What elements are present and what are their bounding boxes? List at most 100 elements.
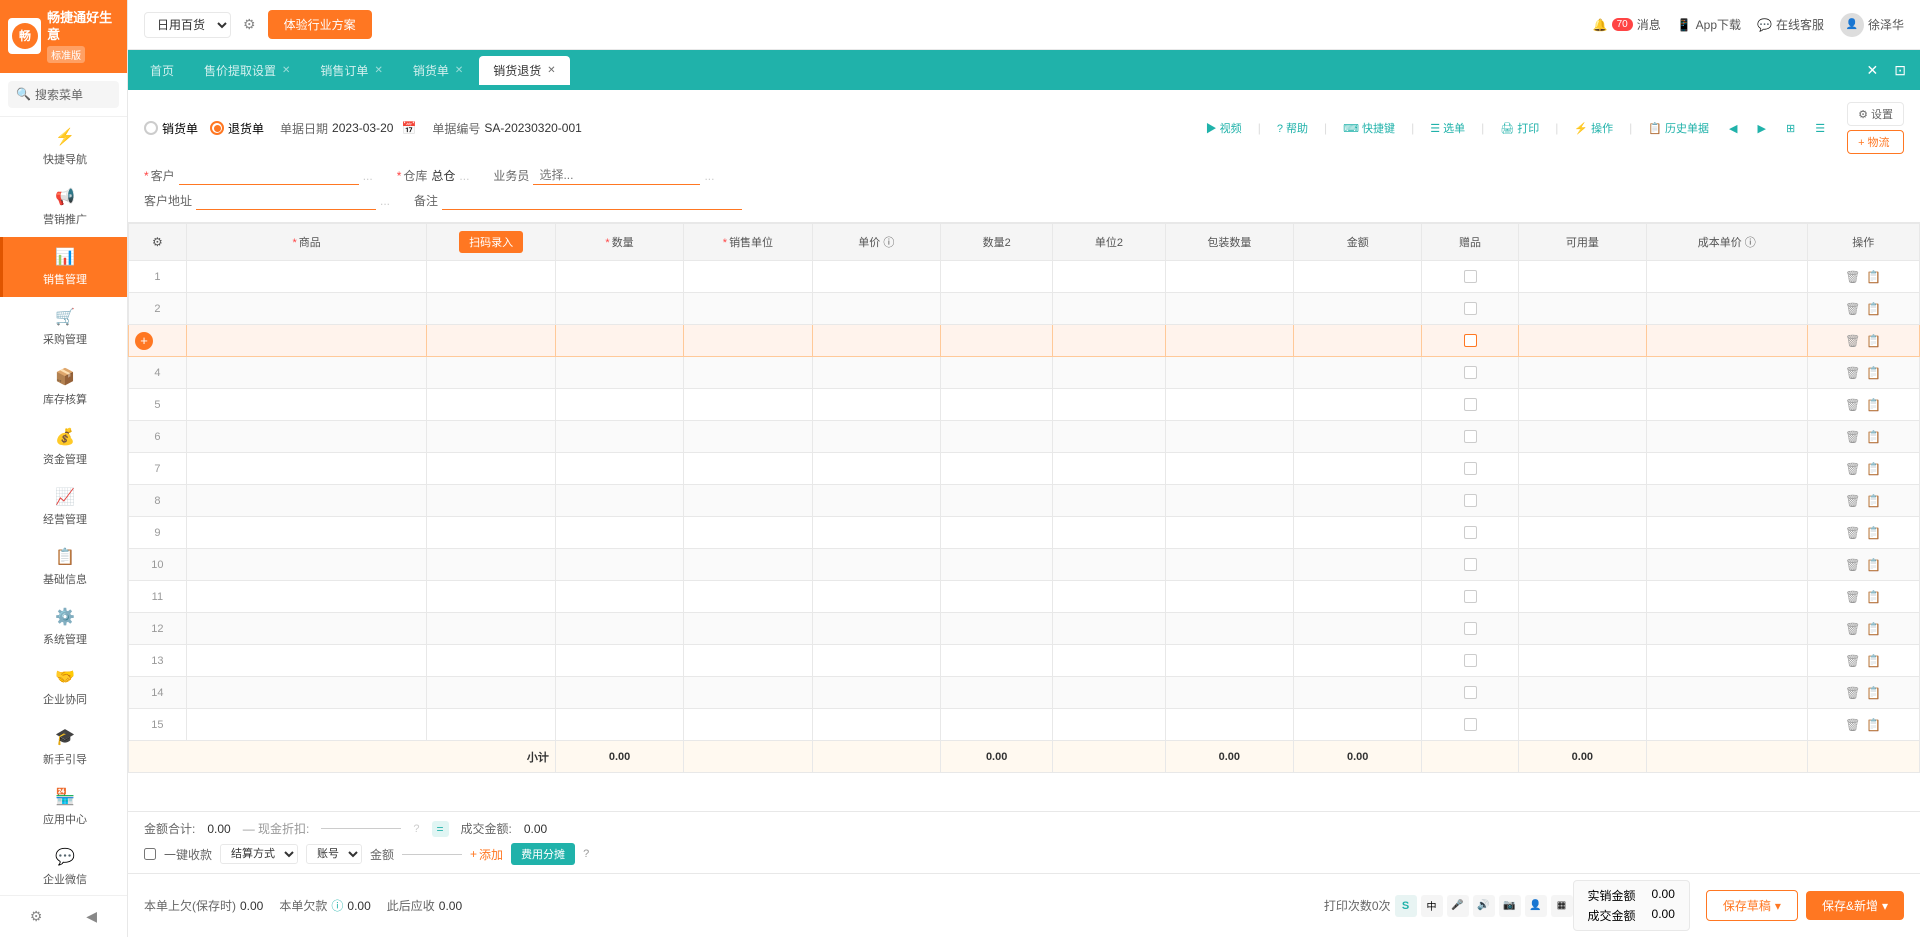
sidebar-item-basic[interactable]: 📋 基础信息 [0,537,127,597]
sales-unit-cell[interactable] [684,293,812,325]
tab-close-button[interactable]: ✕ [1861,60,1885,81]
category-select[interactable]: 日用百货 [144,12,231,38]
delete-row-button[interactable]: 🗑 [1844,365,1861,381]
discount-input[interactable] [321,828,401,829]
pack-qty-cell[interactable] [1165,261,1293,293]
grid-view-btn[interactable]: ⊞ [1780,120,1801,137]
sidebar-settings-button[interactable]: ⚙ [26,904,47,929]
delete-row-button[interactable]: 🗑 [1844,717,1861,733]
unit2-cell[interactable] [1053,325,1165,357]
customer-dots[interactable]: ... [363,169,373,183]
save-draft-button[interactable]: 保存草稿 ▾ [1706,890,1798,921]
operate-btn[interactable]: ⚡ 操作 [1568,118,1619,138]
delete-row-button[interactable]: 🗑 [1844,461,1861,477]
delete-row-button[interactable]: 🗑 [1844,397,1861,413]
tab-sales-return-close[interactable]: ✕ [547,65,555,76]
add-logistics-button[interactable]: + 物流 [1847,130,1904,154]
qty-cell[interactable] [555,293,683,325]
settlement-select[interactable]: 结算方式 [220,844,298,864]
tool-scan-icon[interactable]: 📷 [1499,895,1521,917]
gift-checkbox[interactable] [1464,654,1477,667]
tool-zh-icon[interactable]: 中 [1421,895,1443,917]
amount-cell[interactable] [1294,261,1422,293]
scan-button[interactable]: 扫码录入 [459,231,523,253]
sidebar-item-operations[interactable]: 📈 经营管理 [0,477,127,537]
qty-cell[interactable] [555,261,683,293]
tab-price-settings[interactable]: 售价提取设置 ✕ [190,56,304,85]
gift-checkbox[interactable] [1464,366,1477,379]
help-icon[interactable]: ? [413,823,419,835]
sidebar-collapse-button[interactable]: ◀ [82,904,101,929]
unit-price-cell[interactable] [812,325,940,357]
copy-row-button[interactable]: 📋 [1865,365,1882,381]
settings-icon[interactable]: ⚙ [152,235,163,249]
gift-checkbox[interactable] [1464,686,1477,699]
fee-split-button[interactable]: 费用分摊 [511,843,575,865]
tool-s-icon[interactable]: S [1395,895,1417,917]
gift-checkbox[interactable] [1464,398,1477,411]
gift-checkbox[interactable] [1464,270,1477,283]
fee-split-help-icon[interactable]: ? [583,848,589,860]
delete-row-button[interactable]: 🗑 [1844,333,1861,349]
qty2-cell[interactable] [940,261,1052,293]
tab-home[interactable]: 首页 [136,56,188,85]
copy-row-button[interactable]: 📋 [1865,525,1882,541]
save-new-button[interactable]: 保存&新增 ▾ [1806,891,1904,920]
gift-checkbox[interactable] [1464,718,1477,731]
delete-row-button[interactable]: 🗑 [1844,621,1861,637]
tool-mic-icon[interactable]: 🎤 [1447,895,1469,917]
print-btn[interactable]: 🖨 打印 [1494,118,1545,138]
goods-input-cell[interactable] [186,325,427,357]
qty2-cell[interactable] [940,325,1052,357]
tab-sales-bill[interactable]: 销货单 ✕ [399,56,477,85]
gift-checkbox[interactable] [1464,558,1477,571]
salesperson-input[interactable] [533,166,700,185]
copy-row-button[interactable]: 📋 [1865,653,1882,669]
topbar-settings-button[interactable]: ⚙ [239,12,260,37]
select-btn[interactable]: ☰ 选单 [1424,118,1471,138]
sidebar-item-shortcut[interactable]: ⚡ 快捷导航 [0,117,127,177]
amount-cell[interactable] [1294,325,1422,357]
amount-input[interactable] [402,854,462,855]
pack-qty-cell[interactable] [1165,325,1293,357]
user-item[interactable]: 👤 徐泽华 [1840,13,1904,37]
tab-price-settings-close[interactable]: ✕ [282,65,290,76]
trial-button[interactable]: 体验行业方案 [268,10,372,39]
sidebar-search-button[interactable]: 🔍 搜索菜单 [8,81,119,108]
sidebar-item-system[interactable]: ⚙️ 系统管理 [0,597,127,657]
radio-sales-bill[interactable]: 销货单 [144,120,198,137]
copy-row-button[interactable]: 📋 [1865,557,1882,573]
one-click-payment-checkbox[interactable] [144,848,156,860]
copy-row-button[interactable]: 📋 [1865,333,1882,349]
settings-button[interactable]: ⚙ 设置 [1847,102,1904,126]
remark-input[interactable] [442,191,742,210]
tab-sales-bill-close[interactable]: ✕ [455,65,463,76]
delete-row-button[interactable]: 🗑 [1844,525,1861,541]
gift-checkbox[interactable] [1464,622,1477,635]
tab-sales-return[interactable]: 销货退货 ✕ [479,56,569,85]
goods-cell[interactable] [186,293,427,325]
sidebar-item-purchase[interactable]: 🛒 采购管理 [0,297,127,357]
tool-voice-icon[interactable]: 🔊 [1473,895,1495,917]
prev-btn[interactable]: ◀ [1723,120,1743,137]
delete-row-button[interactable]: 🗑 [1844,301,1861,317]
history-btn[interactable]: 📋 历史单据 [1642,118,1715,138]
notification-item[interactable]: 🔔 70 消息 [1593,16,1661,33]
warehouse-dots[interactable]: ... [459,169,469,183]
tool-barcode-icon[interactable]: ▦ [1551,895,1573,917]
delete-row-button[interactable]: 🗑 [1844,557,1861,573]
sidebar-item-finance[interactable]: 💰 资金管理 [0,417,127,477]
sidebar-item-marketing[interactable]: 📢 营销推广 [0,177,127,237]
table-wrapper[interactable]: ⚙ 商品 扫码录入 数量 销售单位 单价 ⓘ 数量2 单位2 包装数量 [128,223,1920,811]
copy-row-button[interactable]: 📋 [1865,685,1882,701]
delete-row-button[interactable]: 🗑 [1844,653,1861,669]
gift-checkbox[interactable] [1464,430,1477,443]
copy-row-button[interactable]: 📋 [1865,493,1882,509]
gift-checkbox[interactable] [1464,462,1477,475]
unit-price-cell[interactable] [812,261,940,293]
unit2-cell[interactable] [1053,261,1165,293]
delete-row-button[interactable]: 🗑 [1844,269,1861,285]
shortcut-btn[interactable]: ⌨ 快捷键 [1337,118,1401,138]
address-input[interactable] [196,191,376,210]
pack-qty-cell[interactable] [1165,293,1293,325]
